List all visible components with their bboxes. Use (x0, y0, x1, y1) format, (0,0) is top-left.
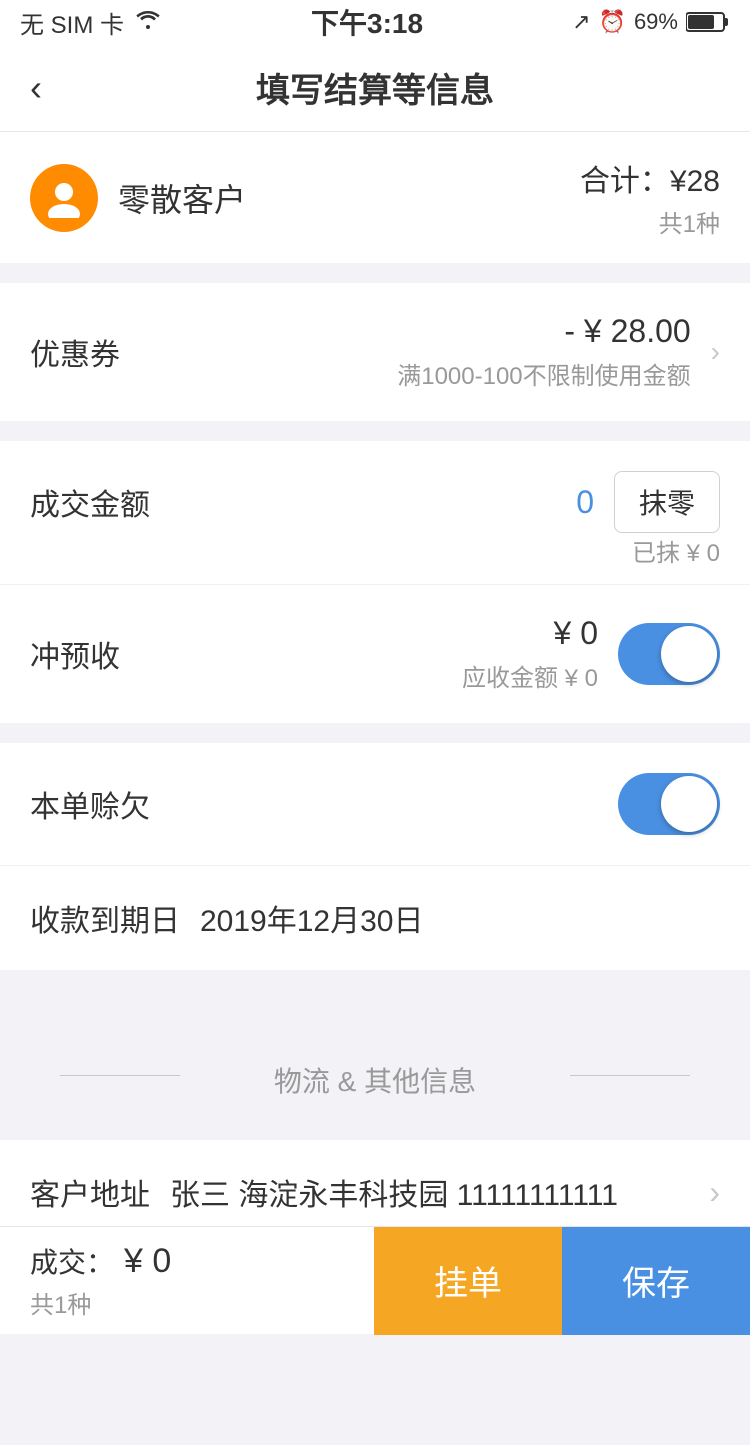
divider-1 (0, 263, 750, 283)
precollect-row: 冲预收 ¥ 0 应收金额 ¥ 0 (0, 585, 750, 723)
customer-section: 零散客户 合计：¥28 共1种 (0, 132, 750, 263)
address-chevron-icon: › (709, 1174, 720, 1211)
coupon-discount: - ¥ 28.00 (564, 313, 690, 350)
logistics-header: 物流 & 其他信息 (0, 1030, 750, 1120)
customer-left: 零散客户 (30, 164, 246, 232)
amount-section: 成交金额 0 抹零 已抹 ¥ 0 冲预收 ¥ 0 应收金额 ¥ 0 (0, 441, 750, 723)
page-title: 填写结算等信息 (256, 63, 494, 112)
coupon-row[interactable]: 优惠券 - ¥ 28.00 满1000-100不限制使用金额 › (0, 283, 750, 421)
status-right: ↗ ⏰ 69% (572, 9, 730, 35)
debit-section: 本单赊欠 收款到期日 2019年12月30日 (0, 743, 750, 970)
address-label: 客户地址 (30, 1170, 170, 1214)
already-deducted-text: 已抹 ¥ 0 (632, 540, 720, 567)
bottom-bar: 成交： ¥ 0 共1种 挂单 保存 (0, 1226, 750, 1334)
customer-name: 零散客户 (118, 175, 246, 221)
customer-total: 合计：¥28 (580, 156, 720, 200)
amount-row-top: 成交金额 0 抹零 (30, 471, 720, 533)
amount-value[interactable]: 0 (576, 484, 594, 521)
alarm-icon: ⏰ (599, 9, 626, 35)
divider-2 (0, 421, 750, 441)
debit-label: 本单赊欠 (30, 782, 150, 826)
coupon-info: - ¥ 28.00 满1000-100不限制使用金额 (397, 313, 690, 391)
deal-amount: ¥ 0 (124, 1242, 171, 1281)
back-button[interactable]: ‹ (30, 67, 42, 109)
divider-3 (0, 723, 750, 743)
carrier-label: 无 SIM 卡 (20, 5, 124, 40)
status-bar: 无 SIM 卡 下午3:18 ↗ ⏰ 69% (0, 0, 750, 44)
divider-4 (0, 970, 750, 1010)
precollect-amount: ¥ 0 (554, 615, 598, 652)
coupon-section: 优惠券 - ¥ 28.00 满1000-100不限制使用金额 › (0, 283, 750, 421)
status-time: 下午3:18 (311, 2, 423, 42)
location-icon: ↗ (572, 9, 590, 35)
wifi-icon (134, 8, 162, 36)
coupon-description: 满1000-100不限制使用金额 (397, 356, 690, 391)
battery-percent: 69% (634, 9, 678, 35)
precollect-receivable: 应收金额 ¥ 0 (462, 658, 598, 693)
precollect-label: 冲预收 (30, 632, 120, 676)
divider-5 (0, 1120, 750, 1140)
amount-row: 成交金额 0 抹零 已抹 ¥ 0 (0, 441, 750, 585)
customer-right: 合计：¥28 共1种 (580, 156, 720, 239)
nav-bar: ‹ 填写结算等信息 (0, 44, 750, 132)
due-date-value: 2019年12月30日 (200, 896, 423, 940)
precollect-info: ¥ 0 应收金额 ¥ 0 (462, 615, 598, 693)
hold-button[interactable]: 挂单 (374, 1227, 562, 1335)
coupon-right: - ¥ 28.00 满1000-100不限制使用金额 › (397, 313, 720, 391)
save-button[interactable]: 保存 (562, 1227, 750, 1335)
logistics-section: 物流 & 其他信息 (0, 1030, 750, 1120)
amount-input-area: 0 抹零 (576, 471, 720, 533)
precollect-toggle[interactable] (618, 623, 720, 685)
debit-row: 本单赊欠 (0, 743, 750, 865)
deal-label: 成交： (30, 1241, 114, 1281)
coupon-label: 优惠券 (30, 330, 120, 374)
due-date-row: 收款到期日 2019年12月30日 (0, 865, 750, 970)
precollect-right: ¥ 0 应收金额 ¥ 0 (462, 615, 720, 693)
coupon-chevron-icon: › (711, 336, 720, 368)
status-left: 无 SIM 卡 (20, 5, 162, 40)
logistics-title: 物流 & 其他信息 (254, 1066, 496, 1097)
amount-label: 成交金额 (30, 480, 150, 524)
customer-avatar (30, 164, 98, 232)
address-value: 张三 海淀永丰科技园 11111111111 (170, 1170, 699, 1214)
bottom-summary: 成交： ¥ 0 共1种 (0, 1241, 374, 1320)
debit-toggle[interactable] (618, 773, 720, 835)
battery-icon (686, 11, 730, 33)
customer-count: 共1种 (580, 204, 720, 239)
already-deducted: 已抹 ¥ 0 (30, 533, 720, 568)
bottom-deal-row: 成交： ¥ 0 (30, 1241, 344, 1281)
due-date-label: 收款到期日 (30, 896, 180, 940)
bottom-count: 共1种 (30, 1285, 344, 1320)
round-zero-button[interactable]: 抹零 (614, 471, 720, 533)
